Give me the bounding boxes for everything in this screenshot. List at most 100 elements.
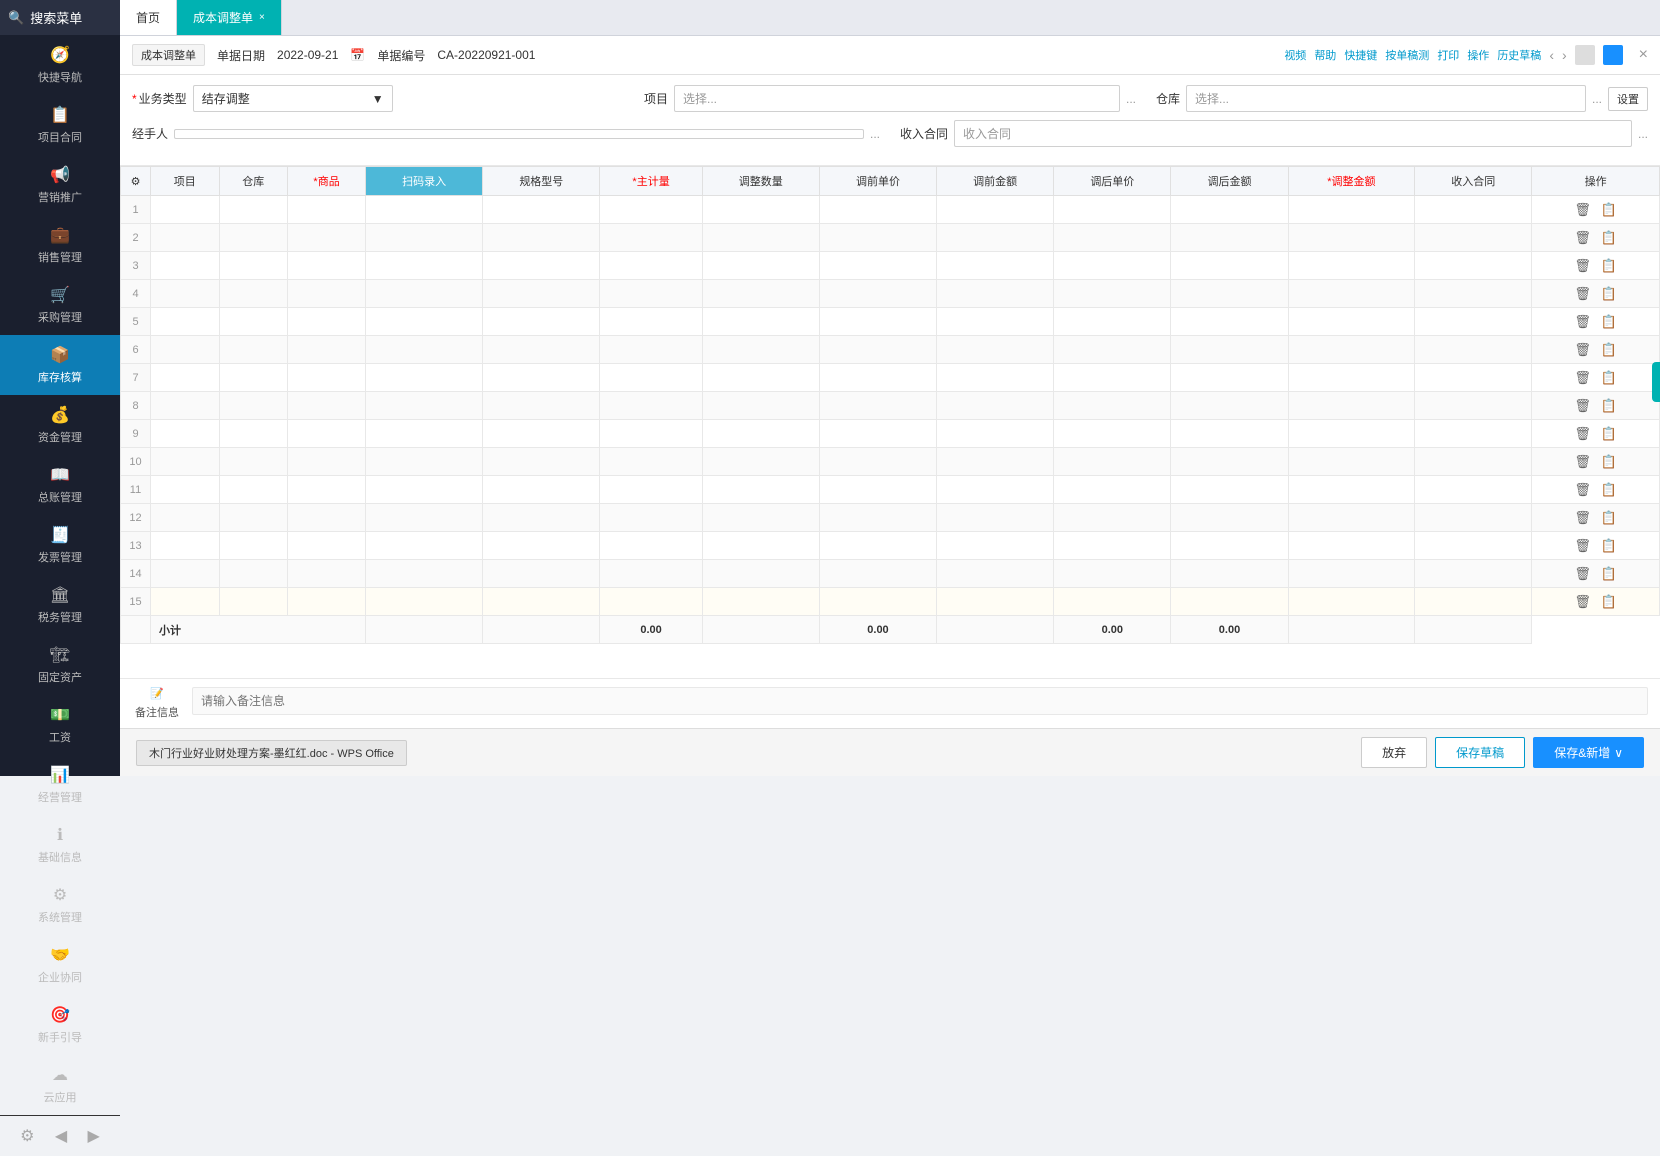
table-cell[interactable] [600, 560, 702, 588]
table-cell[interactable] [151, 588, 220, 616]
table-cell[interactable] [600, 420, 702, 448]
sidebar-item-ledger-mgmt[interactable]: 📖 总账管理 [0, 455, 120, 515]
sidebar-item-company-coop[interactable]: 🤝 企业协同 [0, 935, 120, 995]
table-cell[interactable] [702, 448, 819, 476]
table-cell[interactable] [366, 252, 483, 280]
handler-input[interactable] [174, 129, 864, 139]
table-cell[interactable] [600, 252, 702, 280]
project-input[interactable]: 选择... [674, 85, 1120, 112]
table-cell[interactable] [366, 560, 483, 588]
table-cell[interactable] [702, 504, 819, 532]
table-cell[interactable] [1288, 336, 1415, 364]
table-cell[interactable] [1415, 588, 1532, 616]
table-cell[interactable] [151, 308, 220, 336]
table-cell[interactable] [483, 448, 600, 476]
table-cell[interactable] [1288, 448, 1415, 476]
view-toggle-icon2[interactable] [1603, 45, 1623, 65]
table-cell[interactable] [1415, 224, 1532, 252]
table-cell[interactable] [600, 448, 702, 476]
table-cell[interactable] [600, 308, 702, 336]
view-toggle-icon[interactable] [1575, 45, 1595, 65]
table-cell[interactable] [288, 224, 366, 252]
table-cell[interactable] [819, 560, 936, 588]
table-cell[interactable] [1415, 560, 1532, 588]
table-cell[interactable] [1288, 308, 1415, 336]
table-cell[interactable] [819, 532, 936, 560]
nav-prev-icon[interactable]: ‹ [1549, 47, 1554, 63]
table-cell[interactable] [1054, 196, 1171, 224]
table-cell[interactable] [1415, 448, 1532, 476]
settings-bottom-icon[interactable]: ⚙ [20, 1126, 34, 1146]
table-cell[interactable] [219, 336, 288, 364]
table-cell[interactable] [1288, 532, 1415, 560]
table-cell[interactable] [1054, 392, 1171, 420]
table-cell[interactable] [366, 196, 483, 224]
table-cell[interactable] [1415, 196, 1532, 224]
table-cell[interactable] [288, 280, 366, 308]
income-contract-input[interactable]: 收入合同 [954, 120, 1632, 147]
sidebar-item-sys-mgmt[interactable]: ⚙ 系统管理 [0, 875, 120, 935]
expand-icon[interactable]: ▶ [88, 1126, 100, 1146]
table-cell[interactable] [288, 476, 366, 504]
table-cell[interactable] [819, 588, 936, 616]
delete-icon[interactable]: 🗑 [1571, 453, 1594, 471]
table-cell[interactable] [819, 224, 936, 252]
table-cell[interactable] [1171, 588, 1288, 616]
table-cell[interactable] [151, 224, 220, 252]
table-cell[interactable] [819, 364, 936, 392]
calendar-icon[interactable]: 📅 [350, 48, 365, 62]
business-type-select[interactable]: 结存调整 ▼ [193, 85, 393, 112]
delete-icon[interactable]: 🗑 [1571, 565, 1594, 583]
table-cell[interactable] [702, 280, 819, 308]
delete-icon[interactable]: 🗑 [1571, 257, 1594, 275]
table-cell[interactable] [702, 532, 819, 560]
collapse-icon[interactable]: ◀ [55, 1126, 67, 1146]
settings-btn[interactable]: 设置 [1608, 87, 1648, 111]
table-cell[interactable] [219, 504, 288, 532]
save-new-button[interactable]: 保存&新增 ∨ [1533, 737, 1644, 768]
table-cell[interactable] [937, 476, 1054, 504]
table-cell[interactable] [1415, 252, 1532, 280]
doc-close-btn[interactable]: × [1639, 46, 1648, 64]
income-contract-dots[interactable]: ... [1638, 127, 1648, 141]
copy-icon[interactable]: 📋 [1598, 201, 1620, 219]
table-cell[interactable] [288, 336, 366, 364]
table-cell[interactable] [288, 364, 366, 392]
table-cell[interactable] [483, 476, 600, 504]
sidebar-item-project-contract[interactable]: 📋 项目合同 [0, 95, 120, 155]
help-action[interactable]: 帮助 [1314, 47, 1336, 63]
table-cell[interactable] [1171, 308, 1288, 336]
table-cell[interactable] [600, 588, 702, 616]
table-cell[interactable] [1054, 476, 1171, 504]
table-cell[interactable] [1415, 476, 1532, 504]
table-cell[interactable] [288, 420, 366, 448]
table-cell[interactable] [366, 224, 483, 252]
copy-icon[interactable]: 📋 [1598, 537, 1620, 555]
table-cell[interactable] [819, 392, 936, 420]
delete-icon[interactable]: 🗑 [1571, 285, 1594, 303]
table-cell[interactable] [819, 476, 936, 504]
discard-button[interactable]: 放弃 [1361, 737, 1427, 768]
table-cell[interactable] [937, 420, 1054, 448]
table-cell[interactable] [366, 588, 483, 616]
table-cell[interactable] [819, 336, 936, 364]
table-cell[interactable] [151, 504, 220, 532]
table-cell[interactable] [483, 364, 600, 392]
table-cell[interactable] [937, 280, 1054, 308]
table-cell[interactable] [151, 560, 220, 588]
table-cell[interactable] [1171, 476, 1288, 504]
project-dots[interactable]: ... [1126, 92, 1136, 106]
table-cell[interactable] [151, 448, 220, 476]
table-cell[interactable] [219, 560, 288, 588]
table-cell[interactable] [819, 504, 936, 532]
table-cell[interactable] [1054, 420, 1171, 448]
table-cell[interactable] [1288, 588, 1415, 616]
table-cell[interactable] [600, 476, 702, 504]
table-cell[interactable] [483, 588, 600, 616]
table-cell[interactable] [483, 308, 600, 336]
delete-icon[interactable]: 🗑 [1571, 341, 1594, 359]
tab-close-icon[interactable]: × [259, 12, 265, 23]
table-cell[interactable] [819, 280, 936, 308]
table-cell[interactable] [1054, 504, 1171, 532]
operate-action[interactable]: 操作 [1467, 47, 1489, 63]
